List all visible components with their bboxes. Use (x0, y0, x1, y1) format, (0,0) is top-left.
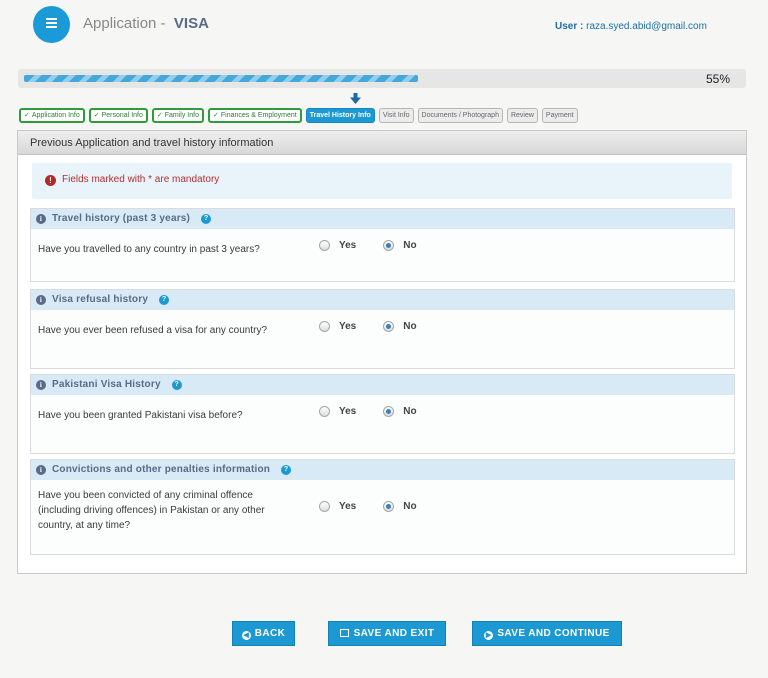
section-travel: i Travel history (past 3 years)? Have you … (30, 208, 735, 282)
yes-no-radio-group: Yes No (319, 406, 417, 417)
step-label: Personal Info (101, 112, 143, 119)
arrow-right-circle-icon: ▶ (484, 631, 494, 640)
visa-label: VISA (173, 15, 209, 32)
check-icon: ✓ (212, 112, 219, 119)
question-text: Have you been convicted of any criminal … (38, 490, 265, 531)
save-continue-label: SAVE AND CONTINUE (497, 628, 610, 639)
step-label: Visit Info (382, 112, 410, 119)
step-label: Travel History Info (309, 112, 371, 119)
radio-no[interactable] (383, 406, 395, 417)
radio-no-label[interactable]: No (403, 240, 416, 251)
alert-text: Fields marked with * are mandatory (62, 174, 220, 185)
step-label: Payment (545, 112, 574, 119)
radio-no-label[interactable]: No (403, 406, 416, 417)
back-button[interactable]: ◀ BACK (232, 621, 295, 646)
question-text: Have you travelled to any country in pas… (38, 244, 260, 255)
step-travel-history-info[interactable]: Travel History Info (305, 108, 375, 123)
check-icon: ✓ (24, 112, 30, 119)
section-title: Pakistani Visa History (52, 379, 161, 390)
menu-icon[interactable] (33, 6, 70, 43)
section-header: i Convictions and other penalties informa… (31, 460, 734, 480)
app-title: Application - VISA (83, 15, 209, 32)
panel-title: Previous Application and travel history … (18, 131, 746, 155)
yes-no-radio-group: Yes No (319, 240, 417, 251)
check-icon: ✓ (156, 112, 163, 119)
step-review[interactable]: Review (506, 108, 538, 123)
form-panel: Previous Application and travel history … (17, 130, 747, 574)
radio-yes[interactable] (319, 501, 330, 512)
help-icon[interactable]: ? (171, 380, 182, 390)
section-header: i Visa refusal history? (31, 290, 734, 310)
question-text: Have you ever been refused a visa for an… (38, 325, 268, 336)
save-and-exit-button[interactable]: SAVE AND EXIT (328, 621, 446, 646)
step-label: Documents / Photograph (421, 112, 499, 119)
step-payment[interactable]: Payment (541, 108, 578, 123)
section-title: Convictions and other penalties informat… (52, 464, 271, 475)
radio-no[interactable] (383, 321, 395, 332)
user-email: raza.syed.abid@gmail.com (586, 21, 707, 32)
radio-yes-label[interactable]: Yes (339, 240, 356, 251)
section-pakistani: i Pakistani Visa History? Have you been gr… (30, 374, 735, 454)
current-step-arrow-icon (350, 93, 361, 104)
help-icon[interactable]: ? (281, 465, 292, 475)
step-label: Family Info (164, 112, 199, 119)
step-label: Application Info (31, 112, 80, 119)
exclamation-icon: ! (45, 175, 56, 186)
question-text: Have you been granted Pakistani visa bef… (38, 410, 243, 421)
section-visa: i Visa refusal history? Have you ever been… (30, 289, 735, 369)
radio-yes-label[interactable]: Yes (339, 406, 356, 417)
step-application-info[interactable]: ✓ Application Info (19, 108, 85, 123)
radio-no-label[interactable]: No (403, 501, 416, 512)
section-title: Visa refusal history (52, 294, 149, 305)
info-icon: i (36, 380, 46, 390)
yes-no-radio-group: Yes No (319, 321, 417, 332)
user-label: User : (555, 21, 584, 32)
progress-fill (24, 75, 418, 82)
radio-no[interactable] (383, 240, 395, 251)
radio-yes[interactable] (319, 240, 330, 251)
step-visit-info[interactable]: Visit Info (378, 108, 414, 123)
check-icon: ✓ (93, 112, 100, 119)
help-icon[interactable]: ? (159, 295, 170, 305)
yes-no-radio-group: Yes No (319, 501, 417, 512)
info-icon: i (36, 295, 46, 305)
radio-yes-label[interactable]: Yes (339, 321, 356, 332)
step-family-info[interactable]: ✓ Family Info (151, 108, 204, 123)
step-personal-info[interactable]: ✓ Personal Info (88, 108, 148, 123)
app-title-text: Application - (83, 15, 166, 32)
save-and-continue-button[interactable]: ▶ SAVE AND CONTINUE (472, 621, 622, 646)
radio-no-label[interactable]: No (403, 321, 416, 332)
radio-no[interactable] (383, 501, 395, 512)
radio-yes[interactable] (319, 321, 330, 332)
step-label: Finances & Employment (220, 112, 297, 119)
save-exit-label: SAVE AND EXIT (353, 628, 435, 639)
step-finances-employment[interactable]: ✓ Finances & Employment (207, 108, 302, 123)
sign-out-icon (339, 629, 349, 637)
arrow-left-circle-icon: ◀ (241, 631, 251, 640)
mandatory-alert: ! Fields marked with * are mandatory (32, 163, 732, 199)
section-title: Travel history (past 3 years) (52, 213, 191, 224)
step-label: Review (510, 112, 534, 119)
section-header: i Pakistani Visa History? (31, 375, 734, 395)
section-convictions: i Convictions and other penalties informa… (30, 459, 735, 555)
back-label: BACK (254, 628, 286, 639)
help-icon[interactable]: ? (201, 214, 212, 224)
radio-yes[interactable] (319, 406, 330, 417)
user-info: User : raza.syed.abid@gmail.com (555, 21, 707, 32)
info-icon: i (36, 214, 46, 224)
progress-percent: 55% (705, 72, 730, 86)
wizard-steps: ✓ Application Info ✓ Personal Info ✓ Family I… (19, 108, 578, 123)
step-documents-photograph[interactable]: Documents / Photograph (417, 108, 503, 123)
radio-yes-label[interactable]: Yes (339, 501, 356, 512)
info-icon: i (36, 465, 46, 475)
progress-bar: 55% (18, 69, 746, 88)
section-header: i Travel history (past 3 years)? (31, 209, 734, 229)
